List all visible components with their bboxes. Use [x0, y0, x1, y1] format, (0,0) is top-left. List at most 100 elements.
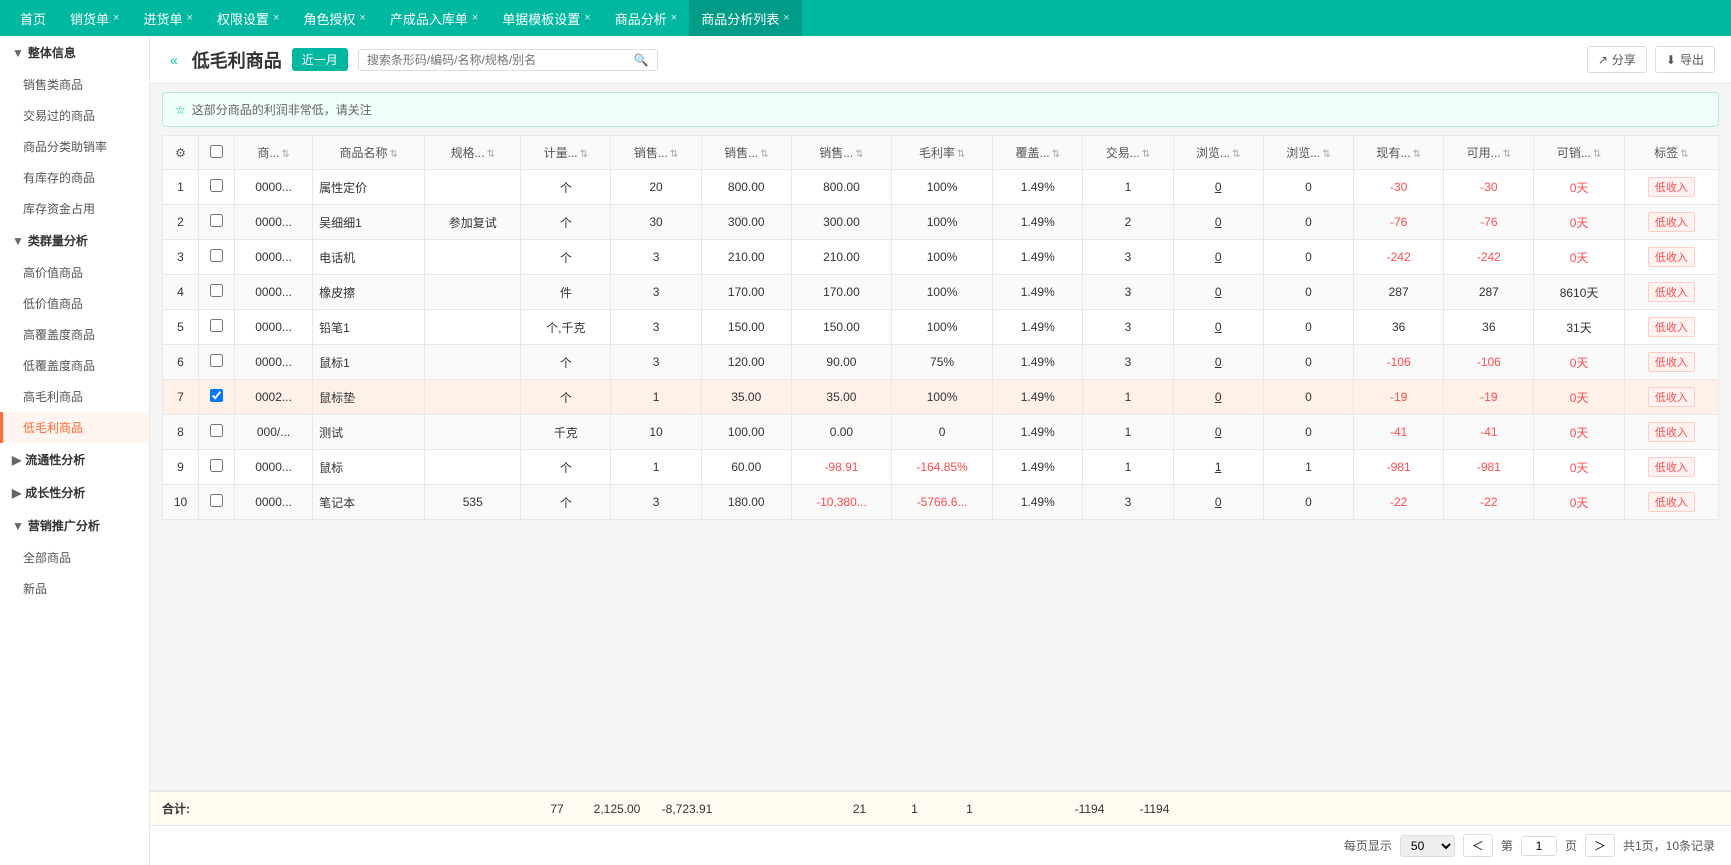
- nav-close-template[interactable]: ×: [584, 12, 590, 24]
- row-checkbox[interactable]: [210, 319, 223, 332]
- cell-view1[interactable]: 0: [1173, 345, 1263, 380]
- sidebar-item-traded-products[interactable]: 交易过的商品: [0, 100, 149, 131]
- sidebar-item-low-margin[interactable]: 低毛利商品: [0, 412, 149, 443]
- cell-checkbox[interactable]: [199, 380, 235, 415]
- cell-available: 36: [1444, 310, 1534, 345]
- col-sales-profit[interactable]: 销售...⇅: [791, 136, 891, 170]
- sidebar-item-high-margin[interactable]: 高毛利商品: [0, 381, 149, 412]
- row-checkbox[interactable]: [210, 354, 223, 367]
- search-icon[interactable]: 🔍: [634, 53, 649, 67]
- row-checkbox[interactable]: [210, 249, 223, 262]
- select-all-checkbox[interactable]: [210, 145, 223, 158]
- col-code[interactable]: 商...⇅: [235, 136, 313, 170]
- row-checkbox[interactable]: [210, 494, 223, 507]
- nav-template-settings[interactable]: 单据模板设置 ×: [490, 0, 602, 36]
- nav-home[interactable]: 首页: [8, 0, 58, 36]
- cell-sales-profit: 0.00: [791, 415, 891, 450]
- cell-checkbox[interactable]: [199, 240, 235, 275]
- col-transaction[interactable]: 交易...⇅: [1083, 136, 1173, 170]
- page-size-select[interactable]: 50 100 200: [1400, 835, 1455, 857]
- table-row: 9 0000... 鼠标 个 1 60.00 -98.91 -164.85% 1…: [163, 450, 1719, 485]
- cell-checkbox[interactable]: [199, 345, 235, 380]
- export-btn[interactable]: ⬇ 导出: [1655, 46, 1715, 73]
- settings-icon[interactable]: ⚙: [175, 146, 186, 160]
- cell-view1[interactable]: 0: [1173, 380, 1263, 415]
- row-checkbox[interactable]: [210, 459, 223, 472]
- col-gross-margin[interactable]: 毛利率⇅: [891, 136, 992, 170]
- nav-permissions[interactable]: 权限设置 ×: [205, 0, 291, 36]
- cell-view1[interactable]: 0: [1173, 310, 1263, 345]
- share-btn[interactable]: ↗ 分享: [1587, 46, 1647, 73]
- nav-close-permissions[interactable]: ×: [273, 12, 279, 24]
- cell-checkbox[interactable]: [199, 415, 235, 450]
- row-checkbox[interactable]: [210, 284, 223, 297]
- nav-close-sales[interactable]: ×: [113, 12, 119, 24]
- sidebar-group-marketing[interactable]: ▼ 营销推广分析: [0, 509, 149, 542]
- row-checkbox[interactable]: [210, 179, 223, 192]
- col-settings[interactable]: ⚙: [163, 136, 199, 170]
- nav-close-product[interactable]: ×: [472, 12, 478, 24]
- cell-checkbox[interactable]: [199, 450, 235, 485]
- sidebar-item-category-rate[interactable]: 商品分类助销率: [0, 131, 149, 162]
- cell-view1[interactable]: 1: [1173, 450, 1263, 485]
- cell-view1[interactable]: 0: [1173, 275, 1263, 310]
- sidebar-group-cluster[interactable]: ▼ 类群量分析: [0, 224, 149, 257]
- nav-purchase-order[interactable]: 进货单 ×: [131, 0, 204, 36]
- prev-page-btn[interactable]: ＜: [1463, 834, 1493, 857]
- col-coverage[interactable]: 覆盖...⇅: [993, 136, 1083, 170]
- nav-close-purchase[interactable]: ×: [186, 12, 192, 24]
- col-spec[interactable]: 规格...⇅: [425, 136, 521, 170]
- cell-view1[interactable]: 0: [1173, 170, 1263, 205]
- sidebar-group-overall[interactable]: ▼ 整体信息: [0, 36, 149, 69]
- sidebar-item-high-value[interactable]: 高价值商品: [0, 257, 149, 288]
- sidebar-group-growth[interactable]: ▶ 成长性分析: [0, 476, 149, 509]
- col-sales-qty[interactable]: 销售...⇅: [611, 136, 701, 170]
- cell-checkbox[interactable]: [199, 310, 235, 345]
- col-available[interactable]: 可用...⇅: [1444, 136, 1534, 170]
- nav-product-analysis[interactable]: 商品分析 ×: [603, 0, 689, 36]
- cell-spec: 535: [425, 485, 521, 520]
- col-sales-price[interactable]: 销售...⇅: [701, 136, 791, 170]
- nav-product-analysis-list[interactable]: 商品分析列表 ×: [689, 0, 801, 36]
- sidebar-item-low-coverage[interactable]: 低覆盖度商品: [0, 350, 149, 381]
- cell-checkbox[interactable]: [199, 485, 235, 520]
- cell-view1[interactable]: 0: [1173, 205, 1263, 240]
- cell-checkbox[interactable]: [199, 170, 235, 205]
- nav-sales-order[interactable]: 销货单 ×: [58, 0, 131, 36]
- sidebar-item-low-value[interactable]: 低价值商品: [0, 288, 149, 319]
- col-view2[interactable]: 浏览...⇅: [1263, 136, 1353, 170]
- cell-gross-margin: 100%: [891, 170, 992, 205]
- next-page-btn[interactable]: ＞: [1585, 834, 1615, 857]
- cell-checkbox[interactable]: [199, 205, 235, 240]
- page-number-input[interactable]: [1521, 836, 1557, 856]
- col-view1[interactable]: 浏览...⇅: [1173, 136, 1263, 170]
- sidebar-item-new-products[interactable]: 新品: [0, 573, 149, 604]
- sidebar-collapse-btn[interactable]: «: [166, 48, 182, 72]
- col-name[interactable]: 商品名称⇅: [313, 136, 425, 170]
- search-input[interactable]: [367, 53, 634, 67]
- col-tag[interactable]: 标签⇅: [1624, 136, 1718, 170]
- col-unit[interactable]: 计量...⇅: [521, 136, 611, 170]
- nav-close-analysis-list[interactable]: ×: [783, 12, 789, 24]
- cell-checkbox[interactable]: [199, 275, 235, 310]
- sidebar-item-high-coverage[interactable]: 高覆盖度商品: [0, 319, 149, 350]
- col-current[interactable]: 现有...⇅: [1354, 136, 1444, 170]
- col-checkbox[interactable]: [199, 136, 235, 170]
- col-saleable[interactable]: 可销...⇅: [1534, 136, 1624, 170]
- nav-close-analysis[interactable]: ×: [671, 12, 677, 24]
- row-checkbox[interactable]: [210, 424, 223, 437]
- nav-role-auth[interactable]: 角色授权 ×: [291, 0, 377, 36]
- sidebar-group-circulation[interactable]: ▶ 流通性分析: [0, 443, 149, 476]
- filter-recent-month-btn[interactable]: 近一月: [292, 48, 348, 71]
- row-checkbox[interactable]: [210, 389, 223, 402]
- cell-view1[interactable]: 0: [1173, 240, 1263, 275]
- sidebar-item-all-products[interactable]: 全部商品: [0, 542, 149, 573]
- row-checkbox[interactable]: [210, 214, 223, 227]
- cell-view1[interactable]: 0: [1173, 485, 1263, 520]
- cell-view1[interactable]: 0: [1173, 415, 1263, 450]
- sidebar-item-sales-products[interactable]: 销售类商品: [0, 69, 149, 100]
- sidebar-item-inventory-products[interactable]: 有库存的商品: [0, 162, 149, 193]
- nav-product-entry[interactable]: 产成品入库单 ×: [378, 0, 490, 36]
- sidebar-item-inventory-capital[interactable]: 库存资金占用: [0, 193, 149, 224]
- nav-close-role[interactable]: ×: [359, 12, 365, 24]
